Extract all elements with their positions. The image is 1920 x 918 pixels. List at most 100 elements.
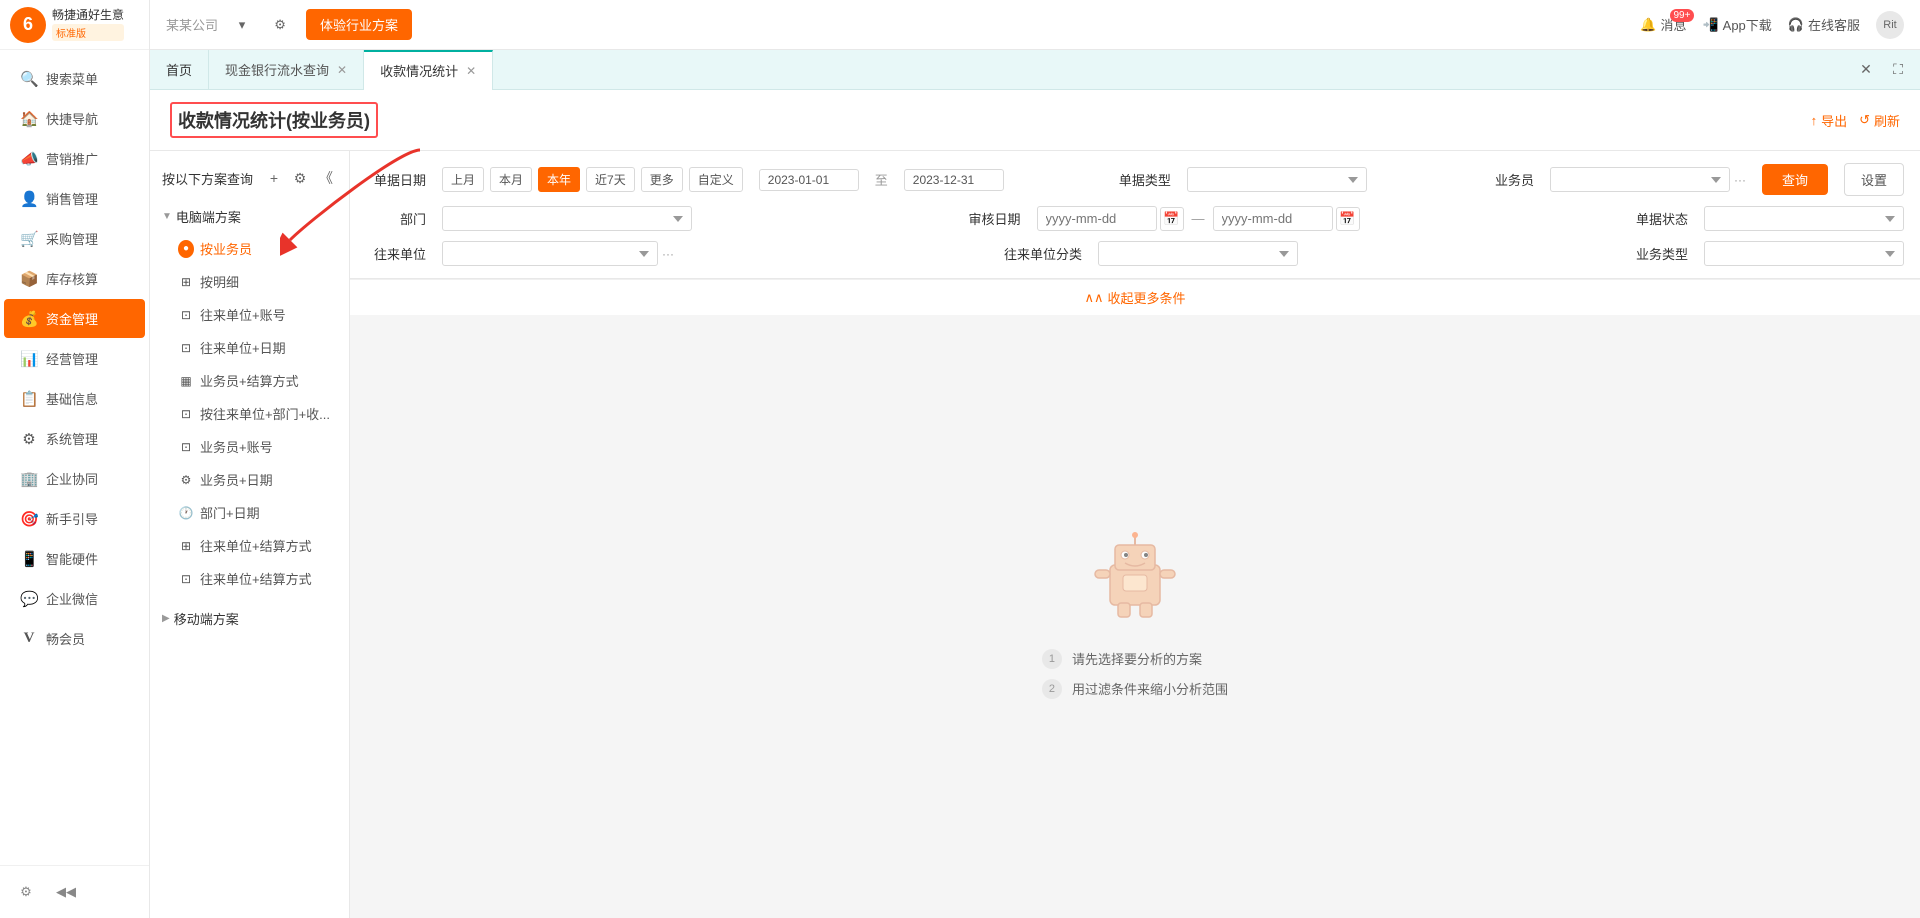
audit-from-calendar-btn[interactable]: 📅	[1160, 207, 1184, 231]
sidebar-item-company[interactable]: 🏢企业协同	[4, 459, 145, 498]
sidebar-item-system[interactable]: ⚙系统管理	[4, 419, 145, 458]
panel-section-desktop-title[interactable]: ▼ 电脑端方案	[150, 201, 349, 232]
partner-date-icon: ⊡	[178, 340, 194, 356]
date-btn-7days[interactable]: 近7天	[586, 167, 635, 192]
collapse-bar[interactable]: ∧∧ 收起更多条件	[350, 279, 1920, 315]
sidebar-item-inventory[interactable]: 📦库存核算	[4, 259, 145, 298]
system-icon: ⚙	[20, 430, 38, 448]
robot-svg	[1085, 525, 1185, 625]
query-btn[interactable]: 查询	[1762, 164, 1828, 195]
panel-item-salesperson-settle[interactable]: ▦ 业务员+结算方式	[150, 364, 349, 397]
online-service-btn[interactable]: 🎧 在线客服	[1788, 15, 1860, 34]
type-select[interactable]	[1187, 167, 1367, 192]
window-close-btn[interactable]: ✕	[1854, 58, 1878, 82]
trial-btn[interactable]: 体验行业方案	[306, 9, 412, 40]
date-btn-custom[interactable]: 自定义	[689, 167, 743, 192]
salesperson-input[interactable]	[1550, 167, 1730, 192]
tab-receipt-label: 收款情况统计	[380, 61, 458, 80]
panel-collapse-btn[interactable]: 《	[315, 167, 337, 189]
filter-row-2: 部门 审核日期 📅 — 📅	[366, 206, 1904, 231]
audit-from-input[interactable]	[1037, 206, 1157, 231]
panel-header: 按以下方案查询 + ⚙ 《	[150, 159, 349, 197]
dept-label: 部门	[366, 209, 426, 228]
tab-bank[interactable]: 现金银行流水查询 ✕	[209, 50, 364, 90]
notification-btn[interactable]: 🔔 消息 99+	[1640, 15, 1686, 34]
tab-receipt-close[interactable]: ✕	[466, 64, 476, 78]
panel-add-btn[interactable]: +	[263, 167, 285, 189]
sidebar-item-search[interactable]: 🔍搜索菜单	[4, 59, 145, 98]
sidebar-item-sales[interactable]: 👤销售管理	[4, 179, 145, 218]
date-to-input[interactable]	[904, 169, 1004, 191]
tab-bank-close[interactable]: ✕	[337, 63, 347, 77]
panel-item-by-detail[interactable]: ⊞ 按明细	[150, 265, 349, 298]
panel-item-partner-settle2[interactable]: ⊡ 往来单位+结算方式	[150, 562, 349, 595]
sidebar-item-quicknav[interactable]: 🏠快捷导航	[4, 99, 145, 138]
panel-item-partner-dept[interactable]: ⊡ 按往来单位+部门+收...	[150, 397, 349, 430]
panel-section-mobile-title[interactable]: ▶ 移动端方案	[150, 603, 349, 634]
dept-select-wrapper	[442, 206, 692, 231]
panel-item-partner-settle1[interactable]: ⊞ 往来单位+结算方式	[150, 529, 349, 562]
panel-header-title: 按以下方案查询	[162, 169, 253, 188]
date-btn-this-year[interactable]: 本年	[538, 167, 580, 192]
app-download-btn[interactable]: 📲 App下载	[1702, 15, 1771, 34]
empty-illustration	[1085, 525, 1185, 625]
panel-item-salesperson-date[interactable]: ⚙ 业务员+日期	[150, 463, 349, 496]
salesperson-more-btn[interactable]: ···	[1734, 173, 1746, 187]
date-btn-this-month[interactable]: 本月	[490, 167, 532, 192]
partner-more-btn[interactable]: ···	[662, 247, 674, 261]
partner-account-icon: ⊡	[178, 307, 194, 323]
user-avatar[interactable]: Rit	[1876, 11, 1904, 39]
partner-input[interactable]	[442, 241, 658, 266]
empty-step-1: 1 请先选择要分析的方案	[1042, 649, 1228, 669]
panel-item-partner-date[interactable]: ⊡ 往来单位+日期	[150, 331, 349, 364]
step-2-text: 用过滤条件来缩小分析范围	[1072, 679, 1228, 698]
partner-category-select[interactable]	[1098, 241, 1298, 266]
business-type-select[interactable]	[1704, 241, 1904, 266]
sidebar-logo: 6 畅捷通好生意 标准版	[0, 0, 149, 50]
panel-item-partner-account[interactable]: ⊡ 往来单位+账号	[150, 298, 349, 331]
date-btn-last-month[interactable]: 上月	[442, 167, 484, 192]
filter-row-1: 单据日期 上月 本月 本年 近7天 更多 自定义 至	[366, 163, 1904, 196]
bill-status-select[interactable]	[1704, 206, 1904, 231]
partner-input-wrapper: ···	[442, 241, 674, 266]
topbar-right: 🔔 消息 99+ 📲 App下载 🎧 在线客服 Rit	[1640, 11, 1904, 39]
sidebar-settings-btn[interactable]: ⚙	[10, 876, 42, 908]
date-btn-more[interactable]: 更多	[641, 167, 683, 192]
topbar-gear-btn[interactable]: ⚙	[266, 11, 294, 39]
topbar-dropdown-btn[interactable]: ▾	[230, 13, 254, 37]
main-area: 某某公司 ▾ ⚙ 体验行业方案 🔔 消息 99+ 📲 App下载 🎧 在线客服 …	[150, 0, 1920, 918]
sidebar-item-operation[interactable]: 📊经营管理	[4, 339, 145, 378]
sidebar-item-purchase[interactable]: 🛒采购管理	[4, 219, 145, 258]
export-btn[interactable]: ↑ 导出	[1811, 111, 1848, 130]
tab-home[interactable]: 首页	[150, 50, 209, 90]
sidebar-item-wechat[interactable]: 💬企业微信	[4, 579, 145, 618]
panel-item-dept-date[interactable]: 🕐 部门+日期	[150, 496, 349, 529]
partner-label: 往来单位	[366, 244, 426, 263]
sidebar-collapse-btn[interactable]: ◀◀	[50, 876, 82, 908]
topbar-breadcrumb: 某某公司	[166, 15, 218, 34]
panel-item-by-salesperson[interactable]: ● 按业务员	[150, 232, 349, 265]
sidebar: 6 畅捷通好生意 标准版 🔍搜索菜单 🏠快捷导航 📣营销推广 👤销售管理 🛒采购…	[0, 0, 150, 918]
audit-to-input[interactable]	[1213, 206, 1333, 231]
sidebar-item-marketing[interactable]: 📣营销推广	[4, 139, 145, 178]
sidebar-item-finance[interactable]: 💰资金管理	[4, 299, 145, 338]
tab-receipt[interactable]: 收款情况统计 ✕	[364, 50, 493, 90]
sidebar-item-member[interactable]: V畅会员	[4, 619, 145, 658]
empty-step-2: 2 用过滤条件来缩小分析范围	[1042, 679, 1228, 699]
sidebar-item-basic[interactable]: 📋基础信息	[4, 379, 145, 418]
logo-badge: 标准版	[52, 24, 124, 41]
audit-to-calendar-btn[interactable]: 📅	[1336, 207, 1360, 231]
sidebar-item-guide[interactable]: 🎯新手引导	[4, 499, 145, 538]
panel-item-salesperson-account[interactable]: ⊡ 业务员+账号	[150, 430, 349, 463]
settings-btn[interactable]: 设置	[1844, 163, 1904, 196]
panel-settings-btn[interactable]: ⚙	[289, 167, 311, 189]
mobile-expand-icon: ▶	[162, 613, 170, 624]
sidebar-item-hardware[interactable]: 📱智能硬件	[4, 539, 145, 578]
type-select-wrapper	[1187, 167, 1367, 192]
window-maximize-btn[interactable]: ⛶	[1886, 58, 1910, 82]
guide-icon: 🎯	[20, 510, 38, 528]
sidebar-nav: 🔍搜索菜单 🏠快捷导航 📣营销推广 👤销售管理 🛒采购管理 📦库存核算 💰资金管…	[0, 50, 149, 865]
dept-select[interactable]	[442, 206, 692, 231]
refresh-btn[interactable]: ↺ 刷新	[1859, 111, 1900, 130]
date-from-input[interactable]	[759, 169, 859, 191]
